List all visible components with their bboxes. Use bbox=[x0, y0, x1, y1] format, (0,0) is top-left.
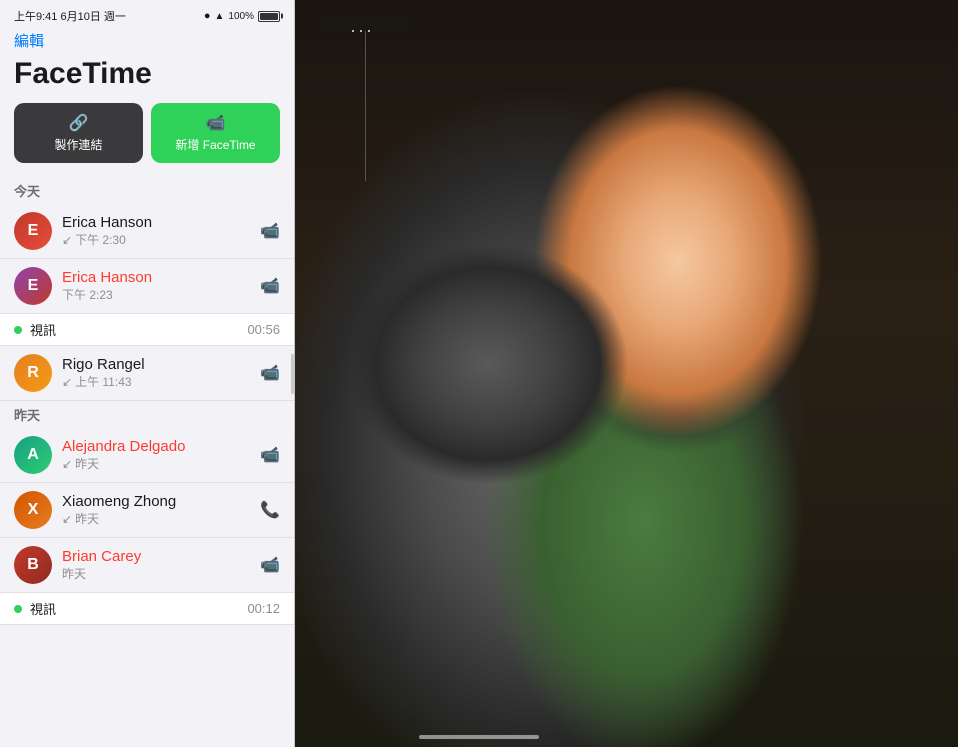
avatar-alejandra: A bbox=[14, 436, 52, 474]
call-item-rigo[interactable]: R Rigo Rangel ↙ 上午 11:43 📹 bbox=[0, 346, 294, 401]
call-time-alejandra: 昨天 bbox=[75, 455, 99, 472]
call-info-alejandra: Alejandra Delgado ↙ 昨天 bbox=[62, 438, 260, 472]
video-msg-label-erica2: 視訊 bbox=[30, 320, 239, 339]
link-icon: 🔗 bbox=[69, 113, 89, 133]
edit-button[interactable]: 編輯 bbox=[0, 28, 294, 57]
annotation-text: 錄製的影音訊息 bbox=[320, 12, 411, 31]
video-call-icon-brian[interactable]: 📹 bbox=[260, 555, 280, 575]
call-arrow-alejandra: ↙ bbox=[62, 457, 72, 471]
signal-icon: ● bbox=[204, 10, 211, 22]
avatar-erica2: E bbox=[14, 267, 52, 305]
call-name-erica2: Erica Hanson bbox=[62, 269, 260, 286]
video-camera-icon: 📹 bbox=[206, 113, 226, 133]
status-bar: 上午9:41 6月10日 週一 ● ▲ 100% bbox=[0, 0, 294, 28]
status-indicators: ● ▲ 100% bbox=[204, 10, 280, 22]
call-info-erica2: Erica Hanson 下午 2:23 bbox=[62, 269, 260, 303]
cat-photo bbox=[328, 224, 648, 504]
today-section-header: 今天 bbox=[0, 177, 294, 204]
call-item-alejandra[interactable]: A Alejandra Delgado ↙ 昨天 📹 bbox=[0, 428, 294, 483]
call-detail-erica1: ↙ 下午 2:30 bbox=[62, 231, 260, 248]
call-arrow-xiaomeng: ↙ bbox=[62, 512, 72, 526]
call-name-brian: Brian Carey bbox=[62, 548, 260, 565]
avatar-rigo: R bbox=[14, 354, 52, 392]
video-msg-duration-erica2: 00:56 bbox=[247, 322, 280, 337]
annotation-line bbox=[365, 31, 366, 181]
call-info-brian: Brian Carey 昨天 bbox=[62, 548, 260, 582]
video-msg-label-brian: 視訊 bbox=[30, 599, 239, 618]
call-item-brian[interactable]: B Brian Carey 昨天 📹 bbox=[0, 538, 294, 593]
call-time-erica1: 下午 2:30 bbox=[75, 231, 126, 248]
call-time-erica2: 下午 2:23 bbox=[62, 286, 113, 303]
video-call-icon-alejandra[interactable]: 📹 bbox=[260, 445, 280, 465]
create-link-button[interactable]: 🔗 製作連結 bbox=[14, 103, 143, 163]
status-time-date: 上午9:41 6月10日 週一 bbox=[14, 8, 126, 24]
unread-dot-erica2 bbox=[14, 326, 22, 334]
status-time: 上午9:41 bbox=[14, 11, 57, 23]
scroll-indicator bbox=[291, 354, 294, 394]
video-call-icon-erica2[interactable]: 📹 bbox=[260, 276, 280, 296]
unread-dot-brian bbox=[14, 605, 22, 613]
yesterday-section-header: 昨天 bbox=[0, 401, 294, 428]
battery-icon bbox=[258, 11, 280, 22]
annotation-tooltip: 錄製的影音訊息 bbox=[320, 12, 411, 181]
avatar-brian: B bbox=[14, 546, 52, 584]
call-arrow-erica1: ↙ bbox=[62, 233, 72, 247]
video-message-brian[interactable]: 視訊 00:12 bbox=[0, 593, 294, 625]
call-time-brian: 昨天 bbox=[62, 565, 86, 582]
status-date: 6月10日 週一 bbox=[60, 11, 125, 23]
avatar-erica1: E bbox=[14, 212, 52, 250]
call-name-xiaomeng: Xiaomeng Zhong bbox=[62, 493, 260, 510]
call-detail-alejandra: ↙ 昨天 bbox=[62, 455, 260, 472]
call-detail-erica2: 下午 2:23 bbox=[62, 286, 260, 303]
call-detail-brian: 昨天 bbox=[62, 565, 260, 582]
video-msg-duration-brian: 00:12 bbox=[247, 601, 280, 616]
new-facetime-button[interactable]: 📹 新增 FaceTime bbox=[151, 103, 280, 163]
call-name-erica1: Erica Hanson bbox=[62, 214, 260, 231]
call-info-xiaomeng: Xiaomeng Zhong ↙ 昨天 bbox=[62, 493, 260, 527]
call-name-rigo: Rigo Rangel bbox=[62, 356, 260, 373]
call-info-erica1: Erica Hanson ↙ 下午 2:30 bbox=[62, 214, 260, 248]
app-title: FaceTime bbox=[0, 57, 294, 103]
call-name-alejandra: Alejandra Delgado bbox=[62, 438, 260, 455]
video-message-erica2[interactable]: 視訊 00:56 bbox=[0, 314, 294, 346]
create-link-label: 製作連結 bbox=[54, 136, 102, 153]
video-call-icon-erica1[interactable]: 📹 bbox=[260, 221, 280, 241]
call-item-xiaomeng[interactable]: X Xiaomeng Zhong ↙ 昨天 📞 bbox=[0, 483, 294, 538]
battery-fill bbox=[260, 13, 278, 20]
phone-call-icon-xiaomeng[interactable]: 📞 bbox=[260, 500, 280, 520]
call-time-rigo: 上午 11:43 bbox=[75, 373, 131, 390]
avatar-xiaomeng: X bbox=[14, 491, 52, 529]
call-info-rigo: Rigo Rangel ↙ 上午 11:43 bbox=[62, 356, 260, 390]
new-facetime-label: 新增 FaceTime bbox=[175, 136, 255, 153]
call-item-erica2[interactable]: E Erica Hanson 下午 2:23 📹 bbox=[0, 259, 294, 314]
sidebar: 上午9:41 6月10日 週一 ● ▲ 100% 編輯 FaceTime 🔗 製… bbox=[0, 0, 295, 747]
action-buttons-row: 🔗 製作連結 📹 新增 FaceTime bbox=[0, 103, 294, 177]
wifi-icon: ▲ bbox=[215, 11, 225, 22]
call-item-erica1[interactable]: E Erica Hanson ↙ 下午 2:30 📹 bbox=[0, 204, 294, 259]
home-indicator bbox=[419, 735, 539, 739]
battery-percent: 100% bbox=[228, 11, 254, 22]
video-call-icon-rigo[interactable]: 📹 bbox=[260, 363, 280, 383]
call-detail-xiaomeng: ↙ 昨天 bbox=[62, 510, 260, 527]
call-arrow-rigo: ↙ bbox=[62, 375, 72, 389]
call-detail-rigo: ↙ 上午 11:43 bbox=[62, 373, 260, 390]
call-time-xiaomeng: 昨天 bbox=[75, 510, 99, 527]
